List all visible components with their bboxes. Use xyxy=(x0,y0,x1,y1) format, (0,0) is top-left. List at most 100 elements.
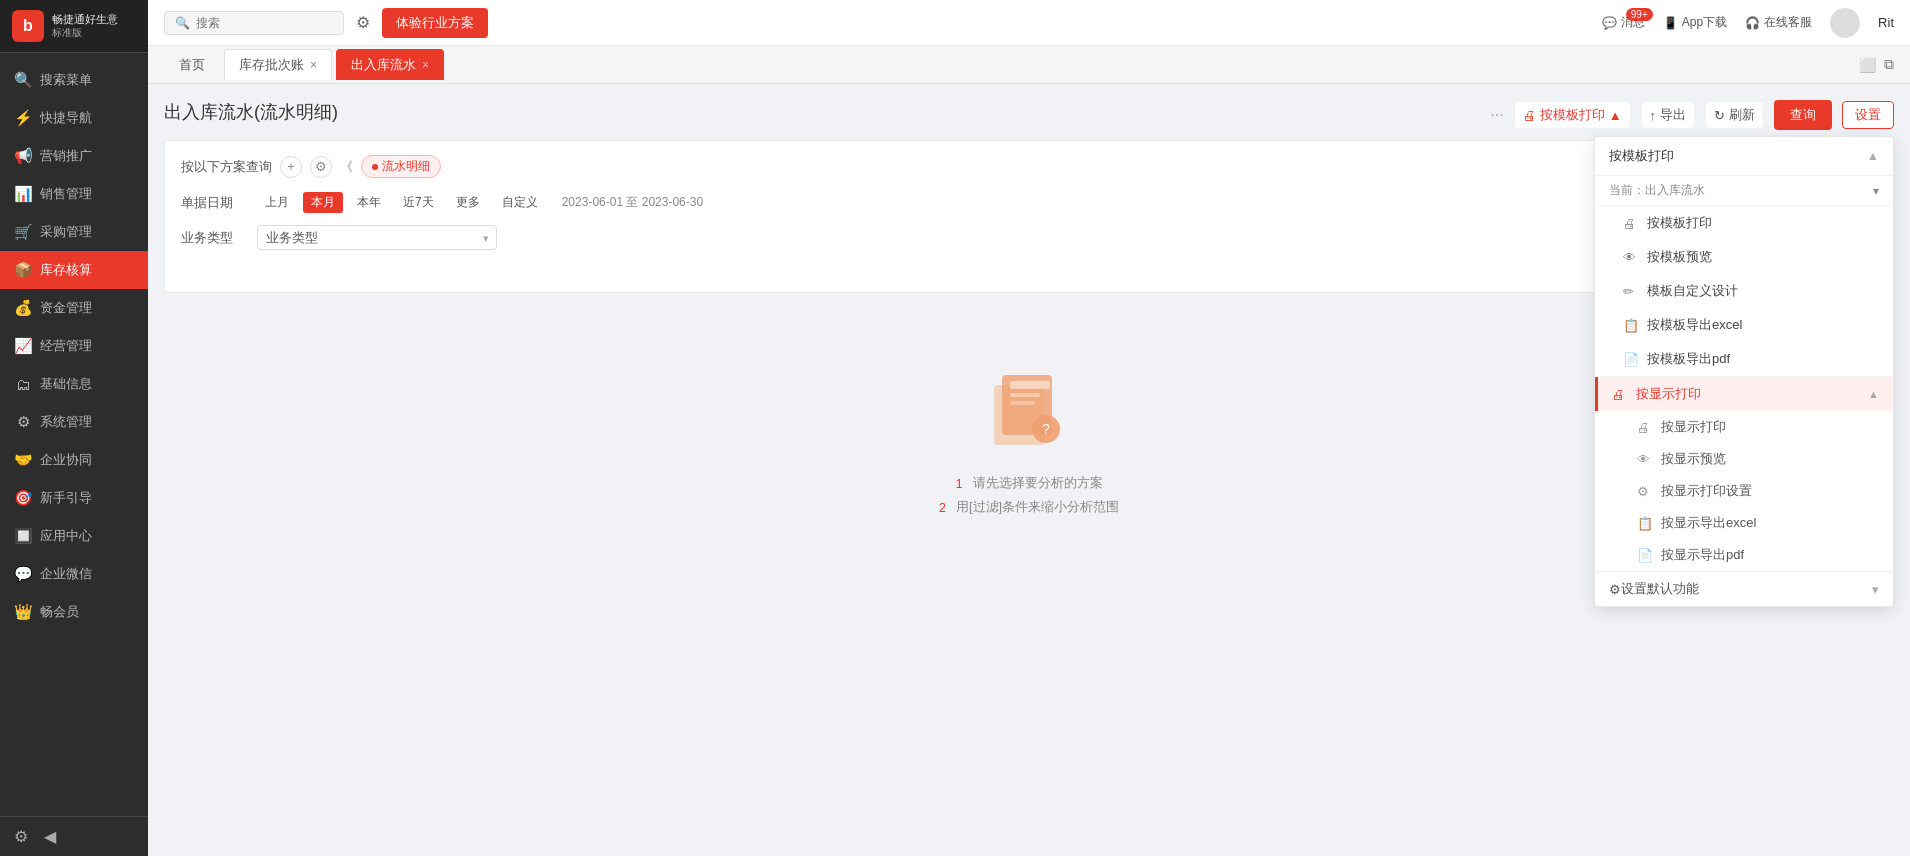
dropdown-current-arrow[interactable]: ▾ xyxy=(1873,184,1879,198)
dropdown-collapse-icon[interactable]: ▲ xyxy=(1867,149,1879,163)
sidebar-item-wechat-label: 企业微信 xyxy=(40,565,92,583)
export-toolbar-btn[interactable]: ↑ 导出 xyxy=(1641,101,1696,129)
page-content: 出入库流水(流水明细) ··· 🖨 按模板打印 ▲ ↑ 导出 ↻ 刷新 查询 设… xyxy=(148,84,1910,856)
business-type-label: 业务类型 xyxy=(181,229,241,247)
more-options-icon[interactable]: ··· xyxy=(1490,106,1503,124)
preview-icon: 👁 xyxy=(1623,250,1639,265)
sidebar-item-guide[interactable]: 🎯 新手引导 xyxy=(0,479,148,517)
sidebar-item-finance[interactable]: 💰 资金管理 xyxy=(0,289,148,327)
sidebar-item-quick-nav[interactable]: ⚡ 快捷导航 xyxy=(0,99,148,137)
filter-setting-btn[interactable]: ⚙ xyxy=(310,156,332,178)
purchase-icon: 🛒 xyxy=(14,223,32,241)
date-btn-last-month[interactable]: 上月 xyxy=(257,192,297,213)
svg-text:?: ? xyxy=(1042,421,1050,437)
sidebar-item-vip[interactable]: 👑 畅会员 xyxy=(0,593,148,631)
search-icon: 🔍 xyxy=(14,71,32,89)
sidebar-item-collab[interactable]: 🤝 企业协同 xyxy=(0,441,148,479)
sidebar-item-basic[interactable]: 🗂 基础信息 xyxy=(0,365,148,403)
settings-btn[interactable]: 设置 xyxy=(1842,101,1894,129)
msg-badge: 99+ xyxy=(1626,8,1653,21)
empty-hint-1: 1 请先选择要分析的方案 xyxy=(955,474,1102,492)
vip-icon: 👑 xyxy=(14,603,32,621)
empty-hint-2: 2 用[过滤]条件来缩小分析范围 xyxy=(939,498,1119,516)
search-input[interactable] xyxy=(196,16,316,30)
sidebar-item-system[interactable]: ⚙ 系统管理 xyxy=(0,403,148,441)
dropdown-item-template-print[interactable]: 🖨 按模板打印 xyxy=(1595,206,1893,240)
query-btn[interactable]: 查询 xyxy=(1774,100,1832,130)
dropdown-item-display-print-header[interactable]: 🖨 按显示打印 ▲ xyxy=(1598,377,1893,411)
sidebar-item-search[interactable]: 🔍 搜索菜单 xyxy=(0,61,148,99)
dropdown-item-display-preview[interactable]: 👁 按显示预览 xyxy=(1595,443,1893,475)
date-filter-label: 单据日期 xyxy=(181,194,241,212)
date-btn-custom[interactable]: 自定义 xyxy=(494,192,546,213)
date-btn-this-year[interactable]: 本年 xyxy=(349,192,389,213)
empty-hint-2-num: 2 xyxy=(939,500,946,515)
tab-batch-account-close[interactable]: × xyxy=(310,58,317,72)
header-online-service[interactable]: 🎧 在线客服 xyxy=(1745,14,1812,31)
basic-icon: 🗂 xyxy=(14,376,32,393)
sidebar-item-inventory[interactable]: 📦 库存核算 xyxy=(0,251,148,289)
print-toolbar-btn[interactable]: 🖨 按模板打印 ▲ xyxy=(1514,101,1631,129)
display-pdf-icon: 📄 xyxy=(1637,548,1653,563)
date-range-text: 2023-06-01 至 2023-06-30 xyxy=(562,194,703,211)
header-search-box[interactable]: 🔍 xyxy=(164,11,344,35)
dropdown-item-display-print[interactable]: 🖨 按显示打印 xyxy=(1595,411,1893,443)
sidebar-item-collab-label: 企业协同 xyxy=(40,451,92,469)
sidebar-item-wechat[interactable]: 💬 企业微信 xyxy=(0,555,148,593)
sidebar-item-marketing[interactable]: 📢 营销推广 xyxy=(0,137,148,175)
sidebar-item-sales[interactable]: 📊 销售管理 xyxy=(0,175,148,213)
dropdown-current-row: 当前：出入库流水 ▾ xyxy=(1595,176,1893,206)
dropdown-item-display-pdf[interactable]: 📄 按显示导出pdf xyxy=(1595,539,1893,571)
refresh-toolbar-btn[interactable]: ↻ 刷新 xyxy=(1705,101,1764,129)
header-app-download[interactable]: 📱 App下载 xyxy=(1663,14,1727,31)
sidebar-item-finance-label: 资金管理 xyxy=(40,299,92,317)
sidebar-item-operations[interactable]: 📈 经营管理 xyxy=(0,327,148,365)
sidebar-item-search-label: 搜索菜单 xyxy=(40,71,92,89)
dropdown-item-template-excel[interactable]: 📋 按模板导出excel xyxy=(1595,308,1893,342)
display-print-icon: 🖨 xyxy=(1637,420,1653,435)
settings-bottom-icon[interactable]: ⚙ xyxy=(14,827,28,846)
dropdown-item-template-preview[interactable]: 👁 按模板预览 xyxy=(1595,240,1893,274)
quick-nav-icon: ⚡ xyxy=(14,109,32,127)
dropdown-item-template-preview-label: 按模板预览 xyxy=(1647,248,1712,266)
dropdown-header: 按模板打印 ▲ xyxy=(1595,137,1893,176)
user-avatar[interactable] xyxy=(1830,8,1860,38)
filter-collapse-btn[interactable]: 《 xyxy=(340,158,353,176)
finance-icon: 💰 xyxy=(14,299,32,317)
header-gear-icon[interactable]: ⚙ xyxy=(356,13,370,32)
top-header: 🔍 ⚙ 体验行业方案 💬 消息 99+ 📱 App下载 🎧 在线客服 Rit xyxy=(148,0,1910,46)
maximize-icon[interactable]: ⬜ xyxy=(1859,57,1876,73)
tab-flow-close[interactable]: × xyxy=(422,58,429,72)
dropdown-item-display-pdf-label: 按显示导出pdf xyxy=(1661,546,1744,564)
tab-flow[interactable]: 出入库流水 × xyxy=(336,49,444,80)
sidebar: b 畅捷通好生意 标准版 🔍 搜索菜单 ⚡ 快捷导航 📢 营销推广 📊 销售管理… xyxy=(0,0,148,856)
business-type-select[interactable]: 业务类型 xyxy=(257,225,497,250)
svg-rect-3 xyxy=(1010,393,1040,397)
page-toolbar: ··· 🖨 按模板打印 ▲ ↑ 导出 ↻ 刷新 查询 设置 xyxy=(1490,100,1894,130)
restore-icon[interactable]: ⧉ xyxy=(1884,56,1894,73)
collapse-sidebar-icon[interactable]: ◀ xyxy=(44,827,56,846)
sidebar-item-app-center[interactable]: 🔲 应用中心 xyxy=(0,517,148,555)
tab-batch-account[interactable]: 库存批次账 × xyxy=(224,49,332,80)
tab-home[interactable]: 首页 xyxy=(164,49,220,80)
header-messages[interactable]: 💬 消息 99+ xyxy=(1602,14,1645,31)
dropdown-item-display-settings[interactable]: ⚙ 按显示打印设置 xyxy=(1595,475,1893,507)
filter-tag: 流水明细 xyxy=(361,155,441,178)
user-name: Rit xyxy=(1878,15,1894,30)
display-section-arrow[interactable]: ▲ xyxy=(1868,388,1879,400)
filter-add-btn[interactable]: + xyxy=(280,156,302,178)
dropdown-item-template-custom[interactable]: ✏ 模板自定义设计 xyxy=(1595,274,1893,308)
empty-hint-1-num: 1 xyxy=(955,476,962,491)
dropdown-item-display-excel[interactable]: 📋 按显示导出excel xyxy=(1595,507,1893,539)
message-icon: 💬 xyxy=(1602,16,1617,30)
date-btn-7days[interactable]: 近7天 xyxy=(395,192,442,213)
dropdown-item-template-pdf[interactable]: 📄 按模板导出pdf xyxy=(1595,342,1893,376)
date-btn-this-month[interactable]: 本月 xyxy=(303,192,343,213)
dropdown-footer[interactable]: ⚙ 设置默认功能 ▾ xyxy=(1595,572,1893,606)
sidebar-logo: b 畅捷通好生意 标准版 xyxy=(0,0,148,53)
print-dropdown-arrow[interactable]: ▲ xyxy=(1609,108,1622,123)
business-type-select-wrapper: 业务类型 xyxy=(257,225,497,250)
date-btn-more[interactable]: 更多 xyxy=(448,192,488,213)
sidebar-item-purchase[interactable]: 🛒 采购管理 xyxy=(0,213,148,251)
trial-btn[interactable]: 体验行业方案 xyxy=(382,8,488,38)
